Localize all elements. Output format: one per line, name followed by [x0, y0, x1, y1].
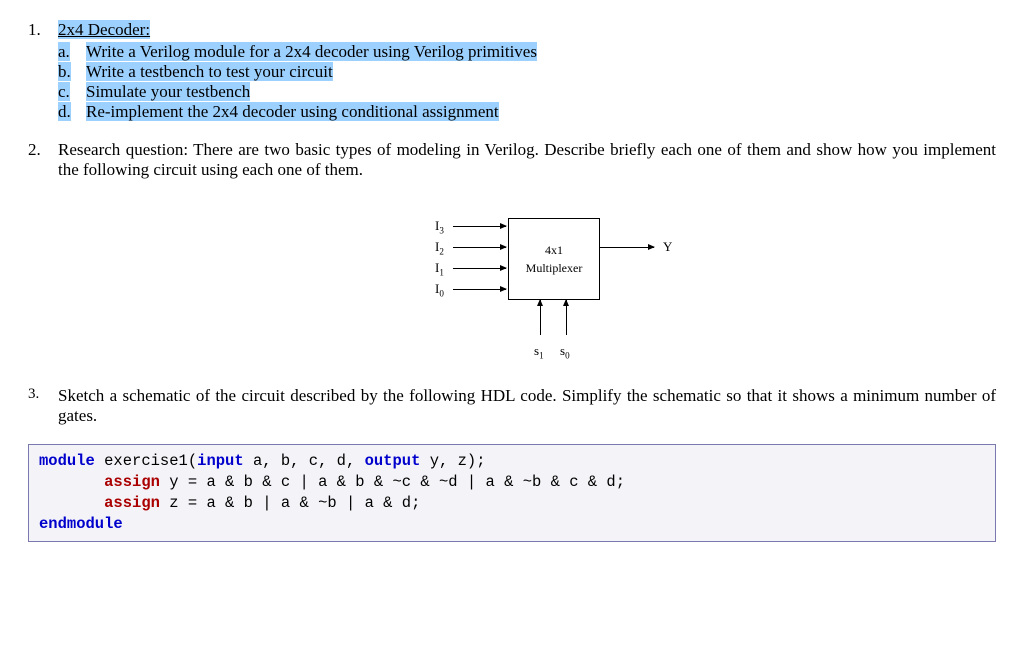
question-3: 3. Sketch a schematic of the circuit des… [28, 386, 996, 426]
q1c-letter: c. [58, 82, 70, 101]
kw-assign2: assign [104, 494, 160, 512]
arrow-i3 [453, 226, 506, 227]
q1d-text: Re-implement the 2x4 decoder using condi… [86, 102, 499, 121]
label-s1: s1 [534, 343, 544, 361]
arrow-s1 [540, 300, 541, 335]
mux-line2: Multiplexer [509, 259, 599, 277]
kw-output: output [365, 452, 421, 470]
label-y: Y [663, 239, 672, 255]
mux-box: 4x1 Multiplexer [508, 218, 600, 300]
code-block: module exercise1(input a, b, c, d, outpu… [28, 444, 996, 542]
code-assign2: z = a & b | a & ~b | a & d; [160, 494, 420, 512]
label-i2: I2 [435, 239, 444, 257]
q1b-letter: b. [58, 62, 71, 81]
label-i3: I3 [435, 218, 444, 236]
code-modname: exercise1( [95, 452, 197, 470]
q3-text: Sketch a schematic of the circuit descri… [58, 386, 996, 426]
q1c-text: Simulate your testbench [86, 82, 250, 101]
q1d-letter: d. [58, 102, 71, 121]
label-s0: s0 [560, 343, 570, 361]
mux-diagram: 4x1 Multiplexer I3 I2 I1 I0 Y s1 s0 [28, 198, 996, 378]
question-2: 2. Research question: There are two basi… [28, 140, 996, 180]
q2-text: Research question: There are two basic t… [58, 140, 996, 180]
code-outargs: y, z); [420, 452, 485, 470]
mux-line1: 4x1 [509, 241, 599, 259]
arrow-i0 [453, 289, 506, 290]
q1b-text: Write a testbench to test your circuit [86, 62, 333, 81]
label-i0: I0 [435, 281, 444, 299]
question-1: 1. 2x4 Decoder: a. Write a Verilog modul… [28, 20, 996, 122]
q1a-letter: a. [58, 42, 70, 61]
q2-number: 2. [28, 140, 58, 160]
code-inargs: a, b, c, d, [244, 452, 365, 470]
q1a-text: Write a Verilog module for a 2x4 decoder… [86, 42, 537, 61]
q1-number: 1. [28, 20, 58, 40]
code-assign1: y = a & b & c | a & b & ~c & ~d | a & ~b… [160, 473, 625, 491]
arrow-y [599, 247, 654, 248]
q1-title: 2x4 Decoder: [58, 20, 150, 39]
label-i1: I1 [435, 260, 444, 278]
arrow-i1 [453, 268, 506, 269]
arrow-i2 [453, 247, 506, 248]
kw-endmodule: endmodule [39, 515, 123, 533]
kw-input: input [197, 452, 244, 470]
kw-module: module [39, 452, 95, 470]
kw-assign1: assign [104, 473, 160, 491]
arrow-s0 [566, 300, 567, 335]
q3-number: 3. [28, 386, 58, 403]
